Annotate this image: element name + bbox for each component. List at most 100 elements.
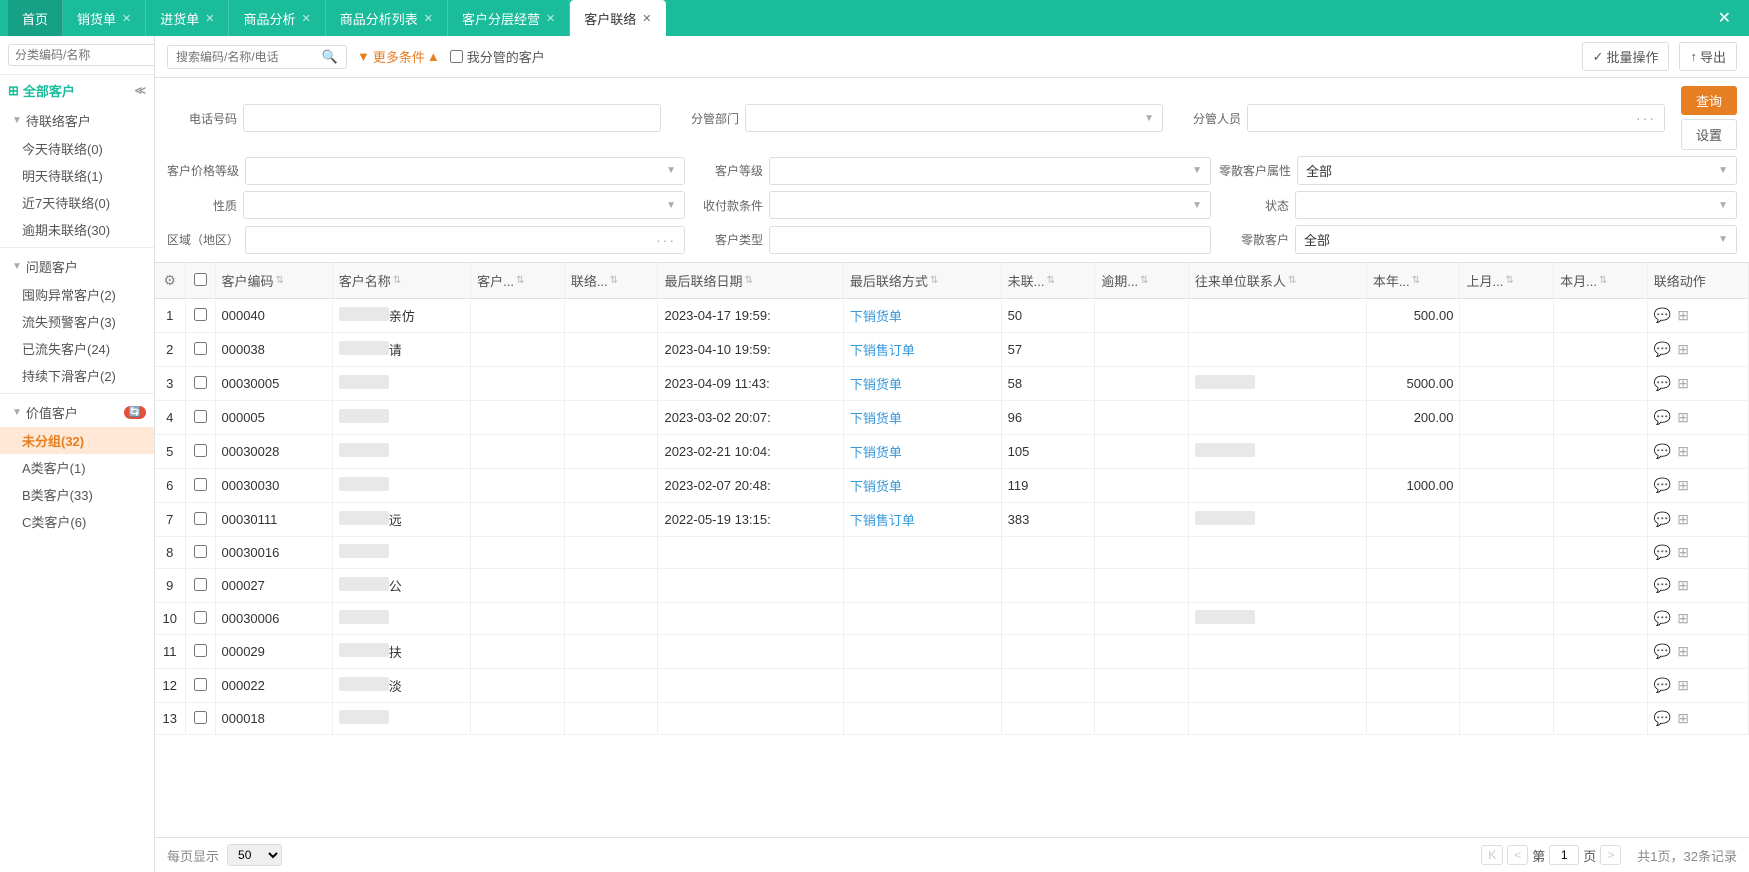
qr-icon[interactable]: ⊞ bbox=[1677, 409, 1689, 426]
tab-sales[interactable]: 销货单 ✕ bbox=[63, 0, 146, 36]
col-last-date[interactable]: 最后联络日期⇅ bbox=[658, 263, 843, 299]
sidebar-item-lost[interactable]: 已流失客户(24) bbox=[0, 335, 154, 362]
sidebar-item-continuing-drop[interactable]: 持续下滑客户(2) bbox=[0, 362, 154, 389]
chat-icon[interactable]: 💬 bbox=[1654, 710, 1671, 727]
qr-icon[interactable]: ⊞ bbox=[1677, 307, 1689, 324]
bulk-ops-button[interactable]: ✓ 批量操作 bbox=[1582, 42, 1670, 71]
contact-way-link[interactable]: 下销售订单 bbox=[850, 513, 915, 528]
qr-icon[interactable]: ⊞ bbox=[1677, 477, 1689, 494]
sidebar-search-input[interactable] bbox=[8, 44, 155, 66]
tab-product-analysis-close[interactable]: ✕ bbox=[302, 12, 311, 25]
row-checkbox[interactable] bbox=[194, 644, 207, 657]
col-last-way[interactable]: 最后联络方式⇅ bbox=[843, 263, 1001, 299]
search-input[interactable] bbox=[176, 50, 318, 64]
sidebar-item-b-class[interactable]: B类客户(33) bbox=[0, 481, 154, 508]
status-input[interactable]: ▼ bbox=[1295, 191, 1737, 219]
contact-way-link[interactable]: 下销售订单 bbox=[850, 343, 915, 358]
chat-icon[interactable]: 💬 bbox=[1654, 677, 1671, 694]
row-checkbox[interactable] bbox=[194, 376, 207, 389]
tab-customer-contact[interactable]: 客户联络 ✕ bbox=[570, 0, 666, 36]
more-conditions-button[interactable]: ▼ 更多条件 ▲ bbox=[357, 47, 440, 66]
tab-sales-close[interactable]: ✕ bbox=[122, 12, 131, 25]
sidebar-item-a-class[interactable]: A类客户(1) bbox=[0, 454, 154, 481]
sidebar-item-unclassified[interactable]: 未分组(32) bbox=[0, 427, 154, 454]
sidebar-problem-group[interactable]: ▼ 问题客户 bbox=[0, 252, 154, 281]
row-checkbox[interactable] bbox=[194, 678, 207, 691]
tab-customer-contact-close[interactable]: ✕ bbox=[642, 12, 651, 25]
sidebar-pending-contact-group[interactable]: ▼ 待联络客户 bbox=[0, 106, 154, 135]
row-checkbox[interactable] bbox=[194, 611, 207, 624]
row-checkbox[interactable] bbox=[194, 578, 207, 591]
page-number-input[interactable] bbox=[1549, 845, 1579, 865]
col-customer-type[interactable]: 客户...⇅ bbox=[471, 263, 565, 299]
reset-button[interactable]: 设置 bbox=[1681, 119, 1737, 150]
row-checkbox[interactable] bbox=[194, 444, 207, 457]
payment-input[interactable]: ▼ bbox=[769, 191, 1211, 219]
gear-icon[interactable]: ⚙ bbox=[163, 272, 176, 288]
search-bar-icon[interactable]: 🔍 bbox=[322, 49, 338, 65]
col-contact[interactable]: 联络...⇅ bbox=[564, 263, 658, 299]
qr-icon[interactable]: ⊞ bbox=[1677, 610, 1689, 627]
first-page-button[interactable]: K bbox=[1481, 845, 1503, 865]
contact-way-link[interactable]: 下销货单 bbox=[850, 479, 902, 494]
customer-type-input[interactable] bbox=[769, 226, 1211, 254]
sidebar-item-c-class[interactable]: C类客户(6) bbox=[0, 508, 154, 535]
contact-way-link[interactable]: 下销货单 bbox=[850, 309, 902, 324]
sidebar-item-tomorrow[interactable]: 明天待联络(1) bbox=[0, 162, 154, 189]
sidebar-value-group[interactable]: ▼ 价值客户 🔄 bbox=[0, 398, 154, 427]
sidebar-item-near7[interactable]: 近7天待联络(0) bbox=[0, 189, 154, 216]
chat-icon[interactable]: 💬 bbox=[1654, 643, 1671, 660]
qr-icon[interactable]: ⊞ bbox=[1677, 643, 1689, 660]
sidebar-item-churn-risk[interactable]: 流失预警客户(3) bbox=[0, 308, 154, 335]
chat-icon[interactable]: 💬 bbox=[1654, 443, 1671, 460]
col-this-year[interactable]: 本年...⇅ bbox=[1366, 263, 1460, 299]
tab-product-analysis-list-close[interactable]: ✕ bbox=[424, 12, 433, 25]
contact-way-link[interactable]: 下销货单 bbox=[850, 411, 902, 426]
tab-customer-tier[interactable]: 客户分层经营 ✕ bbox=[448, 0, 570, 36]
price-tier-input[interactable]: ▼ bbox=[245, 157, 685, 185]
col-overdue[interactable]: 逾期...⇅ bbox=[1095, 263, 1189, 299]
col-code[interactable]: 客户编码⇅ bbox=[215, 263, 332, 299]
next-page-button[interactable]: > bbox=[1600, 845, 1621, 865]
chat-icon[interactable]: 💬 bbox=[1654, 375, 1671, 392]
qr-icon[interactable]: ⊞ bbox=[1677, 577, 1689, 594]
export-button[interactable]: ↑ 导出 bbox=[1679, 42, 1737, 71]
tab-customer-tier-close[interactable]: ✕ bbox=[546, 12, 555, 25]
col-name[interactable]: 客户名称⇅ bbox=[332, 263, 470, 299]
qr-icon[interactable]: ⊞ bbox=[1677, 341, 1689, 358]
qr-icon[interactable]: ⊞ bbox=[1677, 443, 1689, 460]
col-this-month[interactable]: 本月...⇅ bbox=[1554, 263, 1648, 299]
row-checkbox[interactable] bbox=[194, 410, 207, 423]
chat-icon[interactable]: 💬 bbox=[1654, 610, 1671, 627]
qr-icon[interactable]: ⊞ bbox=[1677, 375, 1689, 392]
qr-icon[interactable]: ⊞ bbox=[1677, 677, 1689, 694]
chat-icon[interactable]: 💬 bbox=[1654, 511, 1671, 528]
my-customers-check[interactable] bbox=[450, 50, 463, 63]
row-checkbox[interactable] bbox=[194, 308, 207, 321]
row-checkbox[interactable] bbox=[194, 711, 207, 724]
region-input[interactable]: ··· bbox=[245, 226, 685, 254]
select-all-checkbox[interactable] bbox=[194, 273, 207, 286]
qr-icon[interactable]: ⊞ bbox=[1677, 511, 1689, 528]
chat-icon[interactable]: 💬 bbox=[1654, 409, 1671, 426]
retail-customer-input[interactable]: 全部 ▼ bbox=[1295, 225, 1737, 254]
col-no-contact[interactable]: 未联...⇅ bbox=[1001, 263, 1095, 299]
prev-page-button[interactable]: < bbox=[1507, 845, 1528, 865]
dept-input[interactable]: ▼ bbox=[745, 104, 1163, 132]
page-size-select[interactable]: 50 100 200 bbox=[227, 844, 282, 866]
phone-input[interactable] bbox=[243, 104, 661, 132]
retail-attr-input[interactable]: 全部 ▼ bbox=[1297, 156, 1737, 185]
gender-input[interactable]: ▼ bbox=[243, 191, 685, 219]
my-customers-checkbox[interactable]: 我分管的客户 bbox=[450, 47, 545, 66]
system-close-button[interactable]: ✕ bbox=[1708, 8, 1741, 28]
qr-icon[interactable]: ⊞ bbox=[1677, 544, 1689, 561]
tab-home[interactable]: 首页 bbox=[8, 0, 63, 36]
chat-icon[interactable]: 💬 bbox=[1654, 544, 1671, 561]
chat-icon[interactable]: 💬 bbox=[1654, 477, 1671, 494]
col-last-month[interactable]: 上月...⇅ bbox=[1460, 263, 1554, 299]
contact-way-link[interactable]: 下销货单 bbox=[850, 445, 902, 460]
tab-purchase-close[interactable]: ✕ bbox=[205, 12, 214, 25]
contact-way-link[interactable]: 下销货单 bbox=[850, 377, 902, 392]
chat-icon[interactable]: 💬 bbox=[1654, 577, 1671, 594]
chat-icon[interactable]: 💬 bbox=[1654, 341, 1671, 358]
